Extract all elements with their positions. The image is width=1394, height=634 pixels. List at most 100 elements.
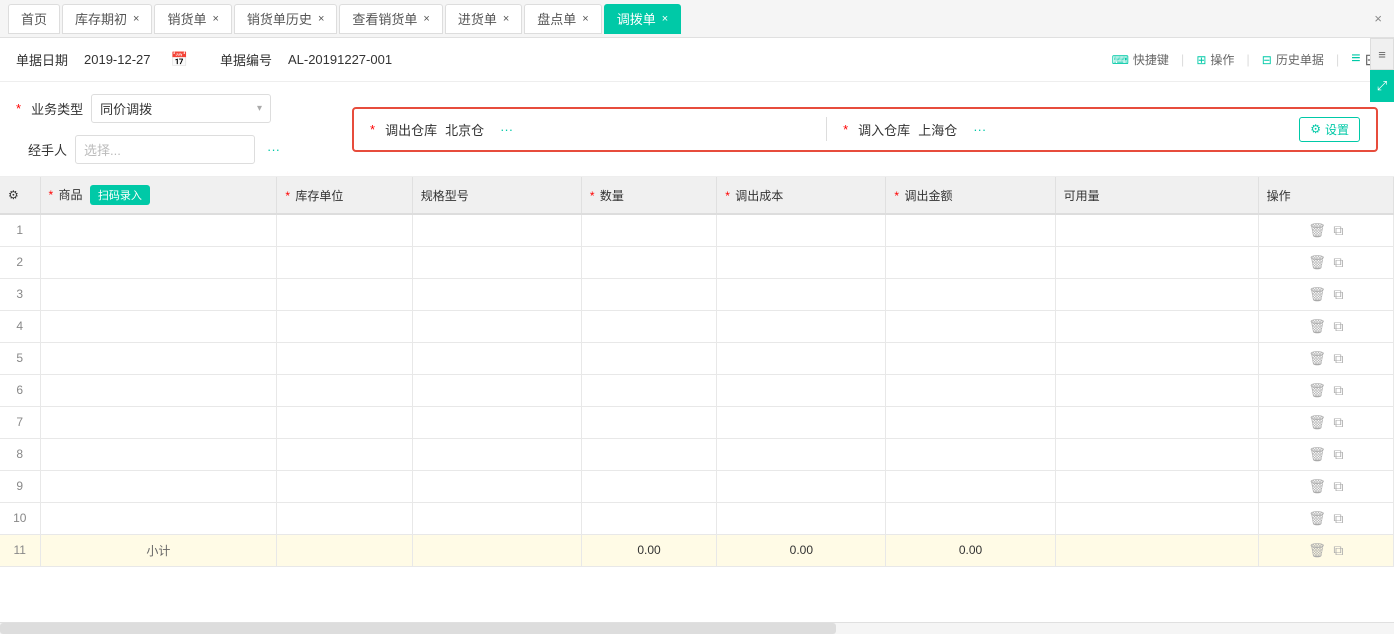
qty-cell[interactable] [581,406,716,438]
product-cell[interactable] [40,470,277,502]
settings-button[interactable]: ⚙ 设置 [1299,117,1360,142]
spec-cell[interactable] [412,278,581,310]
handler-more-icon[interactable]: ··· [267,142,280,157]
product-cell[interactable] [40,342,277,374]
tab-transfer-order[interactable]: 调拨单 × [604,4,681,34]
avail-cell[interactable] [1055,470,1258,502]
delete-icon[interactable]: 🗑 [1308,382,1326,398]
cost-cell[interactable] [717,342,886,374]
qty-cell[interactable] [581,246,716,278]
tab-stocktake[interactable]: 盘点单 × [524,4,601,34]
spec-cell[interactable] [412,406,581,438]
tab-sales-order[interactable]: 销货单 × [154,4,231,34]
copy-icon[interactable]: ⧉ [1333,382,1343,398]
handler-select[interactable]: 选择... [75,135,255,164]
layout-list-icon[interactable]: ≡ [1351,50,1360,70]
delete-icon[interactable]: 🗑 [1308,350,1326,366]
amount-cell[interactable] [886,502,1055,534]
tab-view-sales-close[interactable]: × [423,13,429,25]
product-cell[interactable] [40,214,277,246]
product-cell[interactable] [40,406,277,438]
unit-cell[interactable] [277,342,412,374]
business-type-select[interactable]: 同价调拨 ▾ [91,94,271,123]
tab-transfer-order-close[interactable]: × [662,13,668,25]
copy-icon[interactable]: ⧉ [1333,414,1343,430]
qty-cell[interactable] [581,502,716,534]
tab-purchase-order-close[interactable]: × [503,13,509,25]
copy-icon[interactable]: ⧉ [1333,222,1343,238]
spec-cell[interactable] [412,246,581,278]
avail-cell[interactable] [1055,310,1258,342]
unit-cell[interactable] [277,502,412,534]
calendar-icon[interactable]: 📅 [171,51,188,68]
subtotal-copy-icon[interactable]: ⧉ [1333,542,1343,558]
tab-sales-history-close[interactable]: × [318,13,324,25]
product-cell[interactable] [40,246,277,278]
copy-icon[interactable]: ⧉ [1333,510,1343,526]
warehouse-out-more-icon[interactable]: ··· [500,122,513,137]
avail-cell[interactable] [1055,406,1258,438]
unit-cell[interactable] [277,310,412,342]
amount-cell[interactable] [886,214,1055,246]
amount-cell[interactable] [886,374,1055,406]
product-cell[interactable] [40,278,277,310]
unit-cell[interactable] [277,470,412,502]
qty-cell[interactable] [581,214,716,246]
cost-cell[interactable] [717,374,886,406]
cost-cell[interactable] [717,310,886,342]
unit-cell[interactable] [277,406,412,438]
side-list-button[interactable]: ≡ [1370,38,1394,70]
side-expand-button[interactable]: ⤢ [1370,70,1394,102]
avail-cell[interactable] [1055,246,1258,278]
copy-icon[interactable]: ⧉ [1333,318,1343,334]
delete-icon[interactable]: 🗑 [1308,478,1326,494]
warehouse-in-more-icon[interactable]: ··· [973,122,986,137]
tab-stocktake-close[interactable]: × [582,13,588,25]
unit-cell[interactable] [277,438,412,470]
qty-cell[interactable] [581,438,716,470]
copy-icon[interactable]: ⧉ [1333,254,1343,270]
avail-cell[interactable] [1055,374,1258,406]
tab-sales-history[interactable]: 销货单历史 × [234,4,337,34]
product-cell[interactable] [40,502,277,534]
delete-icon[interactable]: 🗑 [1308,510,1326,526]
amount-cell[interactable] [886,470,1055,502]
cost-cell[interactable] [717,470,886,502]
avail-cell[interactable] [1055,438,1258,470]
tab-home[interactable]: 首页 [8,4,60,34]
qty-cell[interactable] [581,342,716,374]
avail-cell[interactable] [1055,502,1258,534]
scan-entry-button[interactable]: 扫码录入 [90,185,150,205]
copy-icon[interactable]: ⧉ [1333,350,1343,366]
window-close-button[interactable]: × [1370,0,1386,38]
unit-cell[interactable] [277,214,412,246]
table-section[interactable]: ⚙ * 商品 扫码录入 * 库存单位 规格型号 * [0,177,1394,622]
avail-cell[interactable] [1055,342,1258,374]
unit-cell[interactable] [277,374,412,406]
amount-cell[interactable] [886,310,1055,342]
delete-icon[interactable]: 🗑 [1308,286,1326,302]
horizontal-scrollbar[interactable] [0,622,1394,634]
amount-cell[interactable] [886,278,1055,310]
amount-cell[interactable] [886,438,1055,470]
qty-cell[interactable] [581,470,716,502]
qty-cell[interactable] [581,310,716,342]
cost-cell[interactable] [717,278,886,310]
amount-cell[interactable] [886,342,1055,374]
operation-action[interactable]: ⊞ 操作 [1196,51,1234,68]
copy-icon[interactable]: ⧉ [1333,286,1343,302]
spec-cell[interactable] [412,470,581,502]
spec-cell[interactable] [412,438,581,470]
spec-cell[interactable] [412,374,581,406]
history-action[interactable]: ⊟ 历史单据 [1262,51,1324,68]
amount-cell[interactable] [886,406,1055,438]
copy-icon[interactable]: ⧉ [1333,478,1343,494]
cost-cell[interactable] [717,246,886,278]
tab-sales-order-close[interactable]: × [212,13,218,25]
cost-cell[interactable] [717,406,886,438]
avail-cell[interactable] [1055,278,1258,310]
shortcut-action[interactable]: ⌨ 快捷键 [1112,51,1169,68]
delete-icon[interactable]: 🗑 [1308,414,1326,430]
delete-icon[interactable]: 🗑 [1308,446,1326,462]
cost-cell[interactable] [717,214,886,246]
